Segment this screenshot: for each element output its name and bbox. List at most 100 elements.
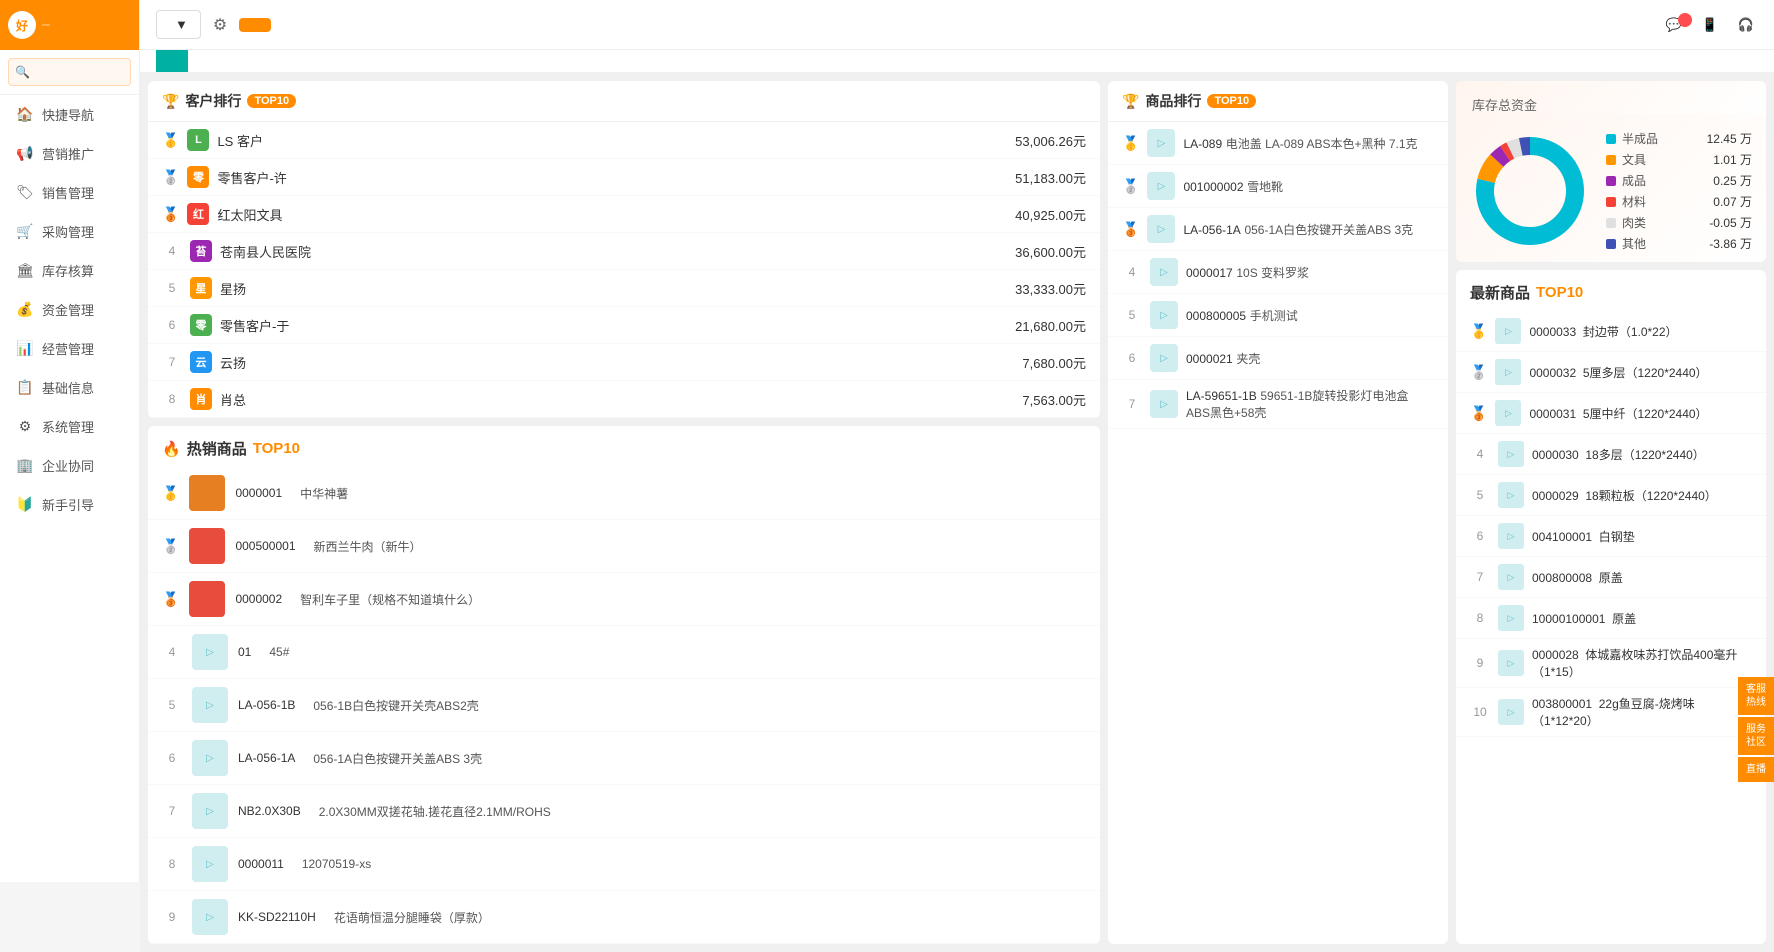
sidebar-item-purchase[interactable]: 🛒采购管理 bbox=[0, 212, 139, 251]
rank-number: 5 bbox=[162, 281, 182, 295]
product-thumbnail: ▷ bbox=[1495, 400, 1521, 426]
middle-panel: 🏆 客户排行 TOP10 🥇 L LS 客户 53,006.26元 🥈 零 零售… bbox=[148, 81, 1100, 944]
customer-rank-row: 🥇 L LS 客户 53,006.26元 bbox=[148, 122, 1100, 159]
legend-item: 肉类 -0.05 万 bbox=[1606, 214, 1752, 231]
customer-amount: 33,333.00元 bbox=[1015, 279, 1086, 298]
search-menu-button[interactable]: 🔍 bbox=[8, 58, 131, 86]
inventory-chart-section: 半成品 12.45 万 文具 1.01 万 成品 0.25 万 材料 0.07 … bbox=[1456, 120, 1766, 262]
gold-medal-icon: 🥇 bbox=[1122, 135, 1139, 152]
customer-amount: 53,006.26元 bbox=[1015, 131, 1086, 150]
enterprise-icon: 🏢 bbox=[16, 457, 34, 474]
rank-number: 4 bbox=[162, 244, 182, 258]
customer-rank-row: 8 肖 肖总 7,563.00元 bbox=[148, 381, 1100, 418]
legend-name: 半成品 bbox=[1622, 130, 1701, 147]
product-name: 智利车子里（规格不知道填什么） bbox=[300, 591, 480, 608]
legend-color-dot bbox=[1606, 239, 1616, 249]
product-code: NB2.0X30B bbox=[238, 804, 301, 818]
product-rank-row: 5 ▷ 000800005 手机测试 bbox=[1108, 294, 1448, 337]
customer-ranking-card: 🏆 客户排行 TOP10 🥇 L LS 客户 53,006.26元 🥈 零 零售… bbox=[148, 81, 1100, 418]
product-thumbnail: ▷ bbox=[1498, 482, 1524, 508]
hot-product-row: 9 ▷ KK-SD22110H 花语萌恒温分腿睡袋（厚款） bbox=[148, 891, 1100, 944]
sidebar-item-sales[interactable]: 🏷销售管理 bbox=[0, 173, 139, 212]
new-product-row: 4 ▷ 0000030 18多层（1220*2440） bbox=[1456, 434, 1766, 475]
message-badge[interactable]: 💬 bbox=[1665, 17, 1685, 33]
sidebar-item-quick-nav[interactable]: 🏠快捷导航 bbox=[0, 95, 139, 134]
sidebar-item-enterprise[interactable]: 🏢企业协同 bbox=[0, 446, 139, 485]
sidebar-label-sales: 销售管理 bbox=[42, 183, 94, 202]
gold-medal-icon: 🥇 bbox=[162, 132, 179, 149]
sidebar-label-guide: 新手引导 bbox=[42, 495, 94, 514]
customer-rank-row: 🥈 零 零售客户-许 51,183.00元 bbox=[148, 159, 1100, 196]
logo-icon: 好 bbox=[8, 11, 36, 39]
rank-number: 5 bbox=[1122, 308, 1142, 322]
bronze-medal-icon: 🥉 bbox=[1122, 221, 1139, 238]
inventory-legend: 半成品 12.45 万 文具 1.01 万 成品 0.25 万 材料 0.07 … bbox=[1606, 130, 1752, 252]
customer-avatar: 零 bbox=[190, 314, 212, 336]
rank-number: 4 bbox=[162, 645, 182, 659]
hot-product-row: 4 ▷ 01 45# bbox=[148, 626, 1100, 679]
sidebar-item-marketing[interactable]: 📢营销推广 bbox=[0, 134, 139, 173]
product-thumbnail bbox=[189, 581, 225, 617]
online-service[interactable]: 🎧 bbox=[1738, 17, 1758, 33]
rank-number: 6 bbox=[162, 318, 182, 332]
sidebar-item-guide[interactable]: 🔰 新手引导 bbox=[0, 485, 139, 524]
float-btn-2[interactable]: 直播 bbox=[1738, 757, 1774, 782]
customer-rank-row: 6 零 零售客户-于 21,680.00元 bbox=[148, 307, 1100, 344]
headset-icon: 🎧 bbox=[1738, 17, 1754, 33]
legend-name: 成品 bbox=[1622, 172, 1707, 189]
legend-value: 1.01 万 bbox=[1713, 151, 1752, 168]
product-thumbnail bbox=[189, 528, 225, 564]
legend-name: 其他 bbox=[1622, 235, 1703, 252]
product-code: KK-SD22110H bbox=[238, 910, 316, 924]
product-info: 0000021 夹壳 bbox=[1186, 350, 1434, 367]
hot-product-row: 🥇 0000001 中华神薯 bbox=[148, 467, 1100, 520]
product-info: 0000029 18颗粒板（1220*2440） bbox=[1532, 487, 1752, 504]
product-thumbnail bbox=[189, 475, 225, 511]
finance-icon: 💰 bbox=[16, 301, 34, 318]
app-download[interactable]: 📱 bbox=[1702, 17, 1722, 33]
sidebar-logo: 好 bbox=[0, 0, 139, 50]
topbar: ▼ ⚙ 💬 📱 🎧 bbox=[140, 0, 1774, 50]
product-info: 10000100001 原盖 bbox=[1532, 610, 1752, 627]
purchase-icon: 🛒 bbox=[16, 223, 34, 240]
sidebar-item-system[interactable]: ⚙系统管理 bbox=[0, 407, 139, 446]
product-ranking-header: 🏆 商品排行 TOP10 bbox=[1108, 81, 1448, 122]
product-ranking-card: 🏆 商品排行 TOP10 🥇 ▷ LA-089 电池盖 LA-089 ABS本色… bbox=[1108, 81, 1448, 944]
legend-color-dot bbox=[1606, 134, 1616, 144]
float-btn-0[interactable]: 客服 热线 bbox=[1738, 677, 1774, 715]
tab-home[interactable] bbox=[156, 50, 188, 72]
settings-icon[interactable]: ⚙ bbox=[213, 15, 227, 35]
product-thumbnail: ▷ bbox=[192, 846, 228, 882]
new-product-row: 5 ▷ 0000029 18颗粒板（1220*2440） bbox=[1456, 475, 1766, 516]
guide-icon: 🔰 bbox=[16, 496, 34, 513]
sidebar-item-operations[interactable]: 📊经营管理 bbox=[0, 329, 139, 368]
sidebar-label-inventory: 库存核算 bbox=[42, 261, 94, 280]
rank-number: 6 bbox=[162, 751, 182, 765]
inventory-icon: 🏛 bbox=[16, 262, 34, 279]
product-info: 001000002 雪地靴 bbox=[1183, 178, 1434, 195]
hot-product-row: 5 ▷ LA-056-1B 056-1B白色按键开关壳ABS2壳 bbox=[148, 679, 1100, 732]
product-name: 2.0X30MM双搓花轴.搓花直径2.1MM/ROHS bbox=[319, 803, 551, 820]
customer-name: 苍南县人民医院 bbox=[220, 242, 1007, 261]
new-products-title: 最新商品 TOP10 bbox=[1456, 270, 1766, 311]
trial-button[interactable] bbox=[239, 18, 271, 32]
sidebar-item-basic-info[interactable]: 📋基础信息 bbox=[0, 368, 139, 407]
hot-products-card: 🔥 热销商品 TOP10 🥇 0000001 中华神薯 🥈 000500001 … bbox=[148, 426, 1100, 944]
product-code: 0000001 bbox=[235, 486, 282, 500]
customer-amount: 36,600.00元 bbox=[1015, 242, 1086, 261]
rank-number: 6 bbox=[1122, 351, 1142, 365]
sidebar-item-finance[interactable]: 💰资金管理 bbox=[0, 290, 139, 329]
customer-name: 零售客户-于 bbox=[220, 316, 1007, 335]
topbar-right: 💬 📱 🎧 bbox=[1665, 17, 1758, 33]
product-thumbnail: ▷ bbox=[1498, 564, 1524, 590]
product-code: 01 bbox=[238, 645, 251, 659]
float-btn-1[interactable]: 服务 社区 bbox=[1738, 717, 1774, 755]
inventory-card: 库存总资金 bbox=[1456, 81, 1766, 262]
system-selector[interactable]: ▼ bbox=[156, 10, 201, 39]
marketing-icon: 📢 bbox=[16, 145, 34, 162]
right-panel: 库存总资金 bbox=[1456, 81, 1766, 944]
sidebar-item-inventory[interactable]: 🏛 库存核算 bbox=[0, 251, 139, 290]
product-thumbnail: ▷ bbox=[192, 687, 228, 723]
product-code: LA-056-1B bbox=[238, 698, 295, 712]
customer-avatar: L bbox=[187, 129, 209, 151]
